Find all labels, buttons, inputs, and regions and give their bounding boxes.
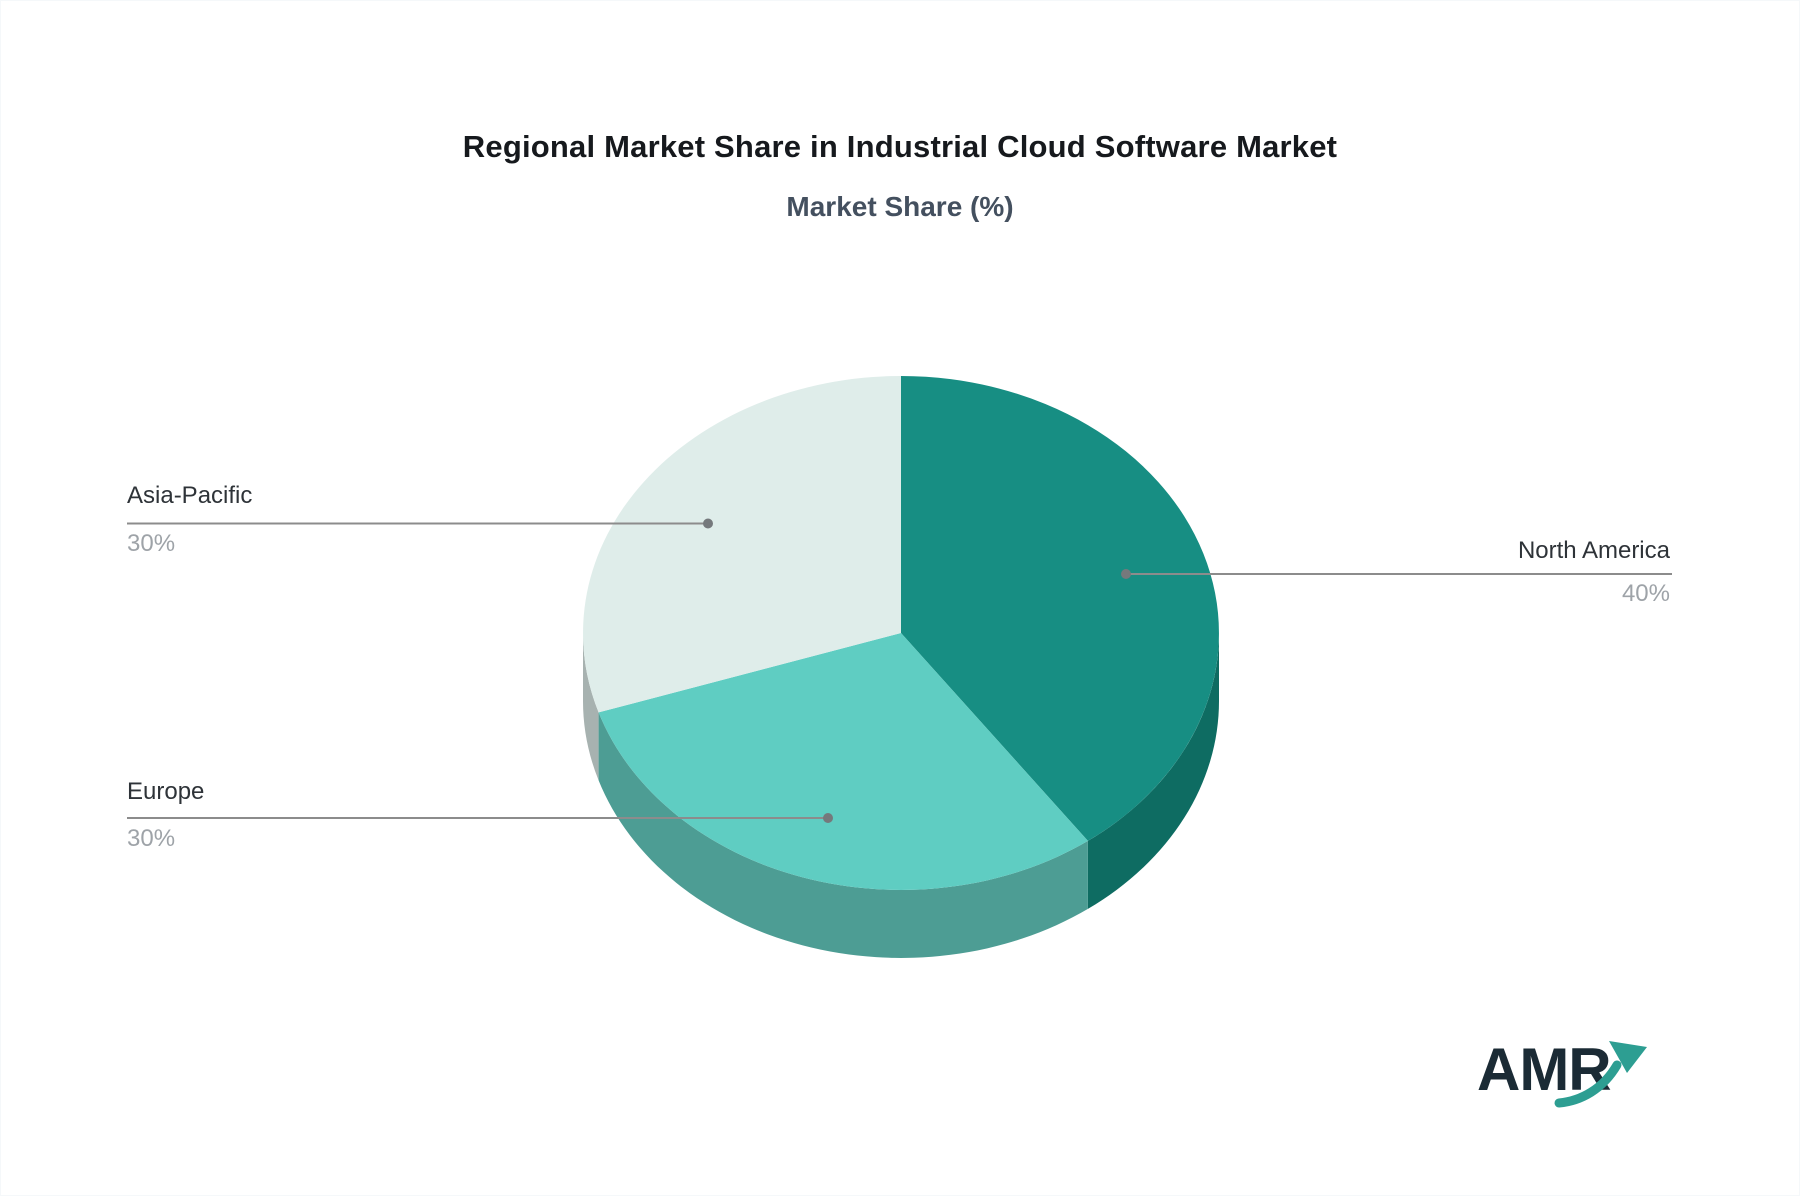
value-europe: 30%: [127, 825, 176, 852]
pie-chart: [127, 376, 1672, 958]
amr-logo-arrow-icon: [1554, 1041, 1647, 1108]
label-north-america: North America: [1517, 537, 1670, 564]
label-asia-pacific: Asia-Pacific: [127, 482, 253, 509]
chart-page: Regional Market Share in Industrial Clou…: [0, 0, 1800, 1196]
label-europe: Europe: [127, 778, 205, 805]
amr-logo: AMR: [1477, 1035, 1697, 1125]
value-asia-pacific: 30%: [127, 530, 176, 557]
value-north-america: 40%: [1621, 580, 1670, 607]
